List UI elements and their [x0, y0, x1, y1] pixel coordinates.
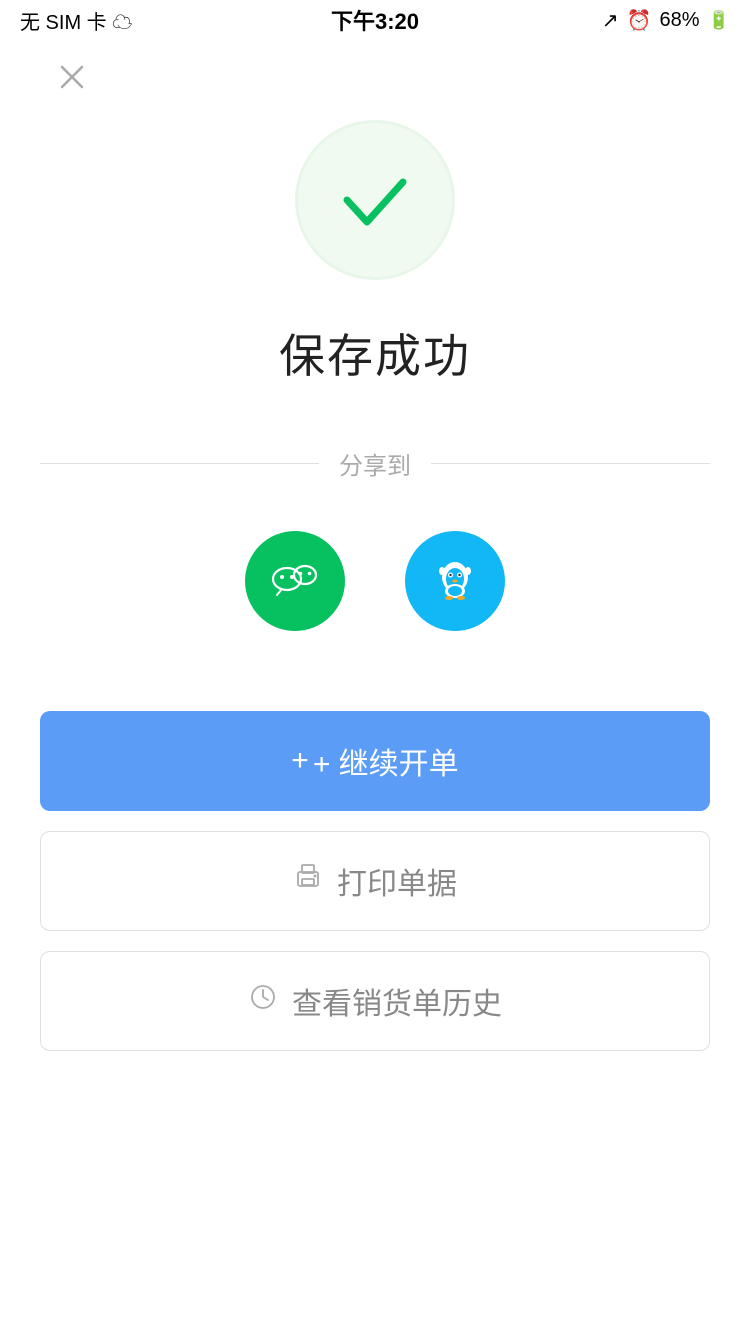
status-time: 下午3:20: [331, 4, 419, 36]
qq-share-button[interactable]: [405, 531, 505, 631]
history-button[interactable]: 查看销货单历史: [40, 951, 710, 1051]
success-title: 保存成功: [279, 320, 471, 386]
wechat-icon: [267, 553, 323, 609]
wechat-share-button[interactable]: [245, 531, 345, 631]
battery-icon: 🔋: [708, 10, 730, 31]
action-buttons: + + 继续开单 打印单据 查看销货单历: [0, 711, 750, 1051]
close-button[interactable]: [50, 55, 94, 99]
print-button[interactable]: 打印单据: [40, 831, 710, 931]
share-icons: [40, 531, 710, 631]
sim-status: 无 SIM 卡 ☁: [20, 6, 132, 35]
print-icon: [293, 862, 323, 900]
battery-level: 68%: [660, 9, 700, 32]
print-label: 打印单据: [337, 859, 457, 903]
plus-icon: +: [291, 744, 309, 778]
history-icon: [248, 982, 278, 1020]
share-label: 分享到: [319, 446, 431, 481]
main-content: 保存成功 分享到: [0, 40, 750, 1051]
status-left: 无 SIM 卡 ☁: [20, 6, 132, 35]
qq-icon: [427, 553, 483, 609]
continue-label: + 继续开单: [313, 739, 459, 783]
history-label: 查看销货单历史: [292, 979, 502, 1023]
continue-button[interactable]: + + 继续开单: [40, 711, 710, 811]
share-divider: 分享到: [40, 446, 710, 481]
status-bar: 无 SIM 卡 ☁ 下午3:20 ↗ ⏰ 68% 🔋: [0, 0, 750, 40]
alarm-icon: ⏰: [627, 8, 652, 33]
status-right: ↗ ⏰ 68% 🔋: [602, 8, 730, 33]
checkmark-icon: [335, 160, 415, 240]
success-icon-container: [295, 120, 455, 280]
share-section: 分享到: [0, 446, 750, 711]
location-icon: ↗: [602, 8, 619, 33]
